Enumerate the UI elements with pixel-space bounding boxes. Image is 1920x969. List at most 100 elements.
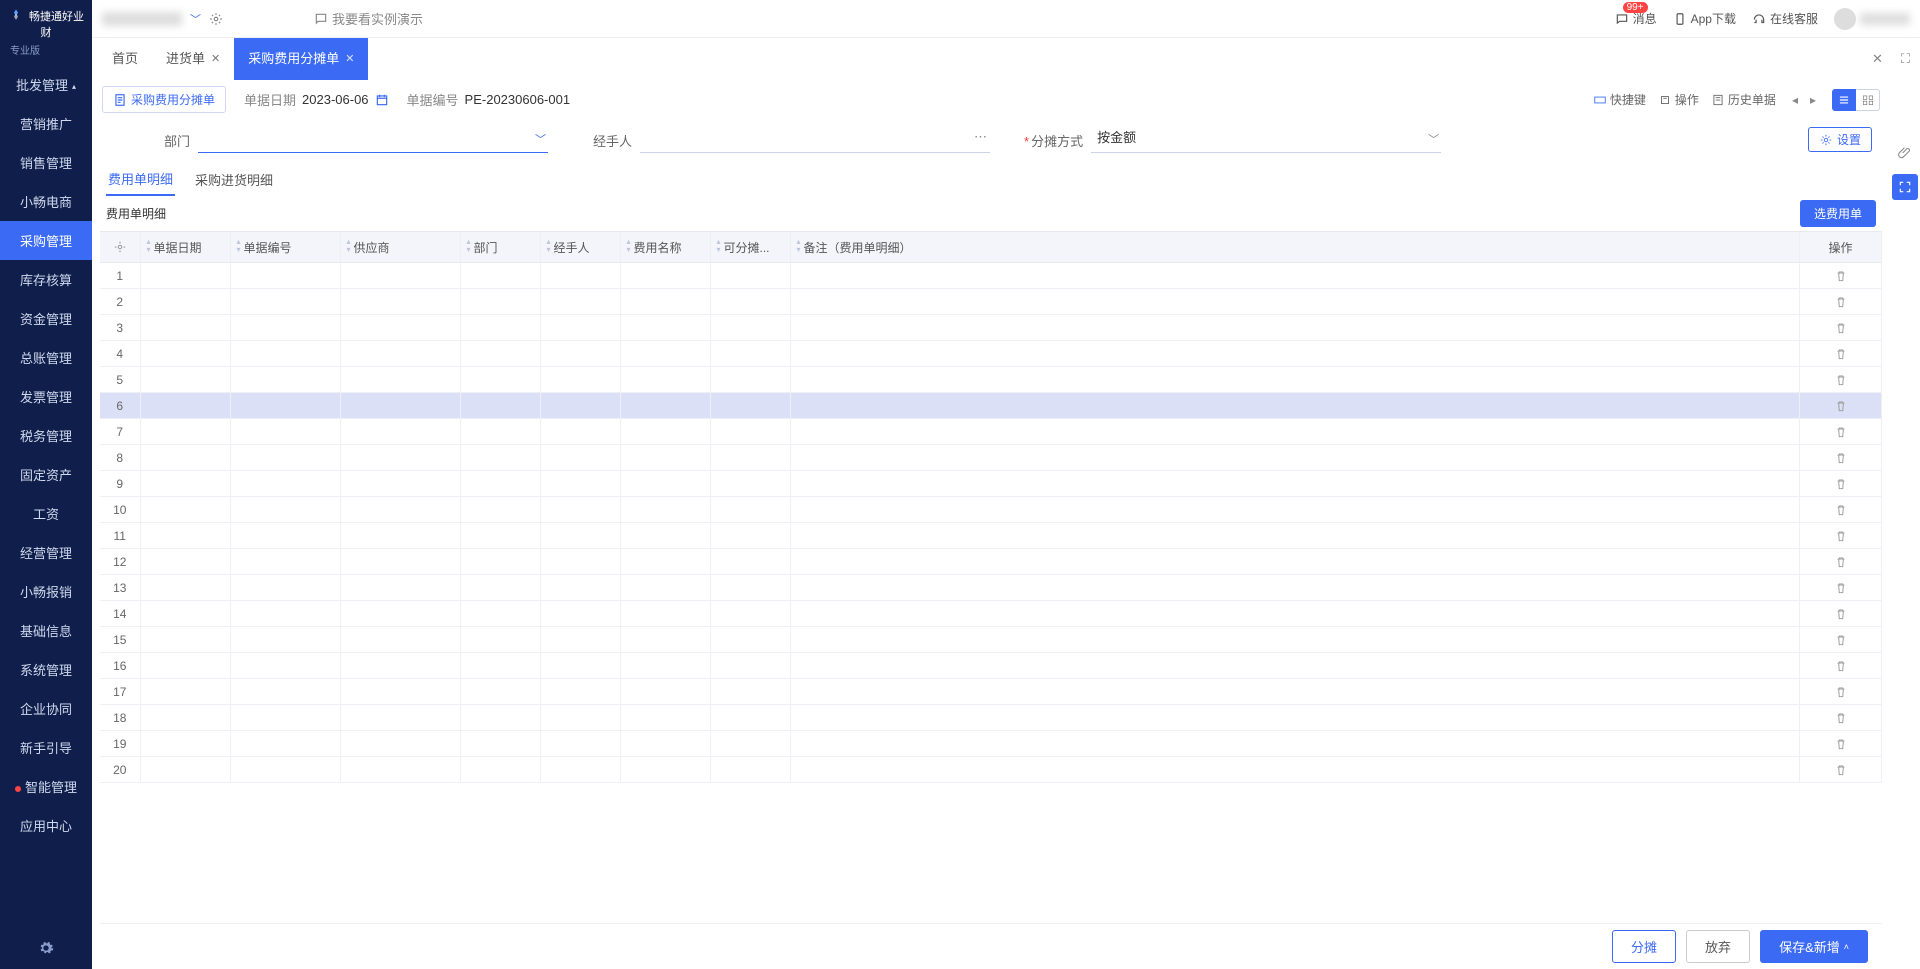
delete-row-button[interactable]	[1834, 580, 1848, 594]
attachment-button[interactable]	[1892, 140, 1918, 166]
table-row[interactable]: 19	[100, 731, 1882, 757]
discard-button[interactable]: 放弃	[1686, 930, 1750, 963]
cell[interactable]	[790, 315, 1800, 341]
table-row[interactable]: 6	[100, 393, 1882, 419]
cell[interactable]	[340, 419, 460, 445]
cell[interactable]	[790, 679, 1800, 705]
cell[interactable]	[340, 393, 460, 419]
cell[interactable]	[790, 497, 1800, 523]
cell[interactable]	[540, 601, 620, 627]
cell[interactable]	[620, 471, 710, 497]
cell[interactable]	[230, 627, 340, 653]
cell[interactable]	[710, 393, 790, 419]
cell[interactable]	[710, 315, 790, 341]
col-header-3[interactable]: ▴▾部门	[460, 232, 540, 263]
cell[interactable]	[540, 471, 620, 497]
cell[interactable]	[140, 757, 230, 783]
cell[interactable]	[540, 731, 620, 757]
table-row[interactable]: 8	[100, 445, 1882, 471]
cell[interactable]	[620, 419, 710, 445]
distribute-button[interactable]: 分摊	[1612, 930, 1676, 963]
cell[interactable]	[790, 731, 1800, 757]
cell[interactable]	[140, 653, 230, 679]
sidebar-item-18[interactable]: 智能管理	[0, 767, 92, 806]
cell[interactable]	[230, 471, 340, 497]
online-service-button[interactable]: 在线客服	[1752, 10, 1818, 27]
sidebar-item-8[interactable]: 发票管理	[0, 377, 92, 416]
cell[interactable]	[620, 523, 710, 549]
cell[interactable]	[230, 679, 340, 705]
cell[interactable]	[340, 341, 460, 367]
cell[interactable]	[790, 627, 1800, 653]
cell[interactable]	[790, 549, 1800, 575]
delete-row-button[interactable]	[1834, 502, 1848, 516]
cell[interactable]	[710, 731, 790, 757]
table-row[interactable]: 12	[100, 549, 1882, 575]
cell[interactable]	[230, 757, 340, 783]
cell[interactable]	[710, 341, 790, 367]
subtab-1[interactable]: 采购进货明细	[193, 164, 275, 195]
cell[interactable]	[790, 419, 1800, 445]
cell[interactable]	[230, 341, 340, 367]
cell[interactable]	[140, 601, 230, 627]
cell[interactable]	[620, 679, 710, 705]
org-selector[interactable]: ﹀	[102, 11, 302, 27]
cell[interactable]	[540, 627, 620, 653]
table-row[interactable]: 2	[100, 289, 1882, 315]
cell[interactable]	[710, 705, 790, 731]
org-gear-icon[interactable]	[209, 12, 223, 26]
table-row[interactable]: 3	[100, 315, 1882, 341]
cell[interactable]	[710, 289, 790, 315]
cell[interactable]	[540, 549, 620, 575]
cell[interactable]	[710, 445, 790, 471]
cell[interactable]	[790, 289, 1800, 315]
expand-button[interactable]	[1892, 174, 1918, 200]
delete-row-button[interactable]	[1834, 554, 1848, 568]
col-header-5[interactable]: ▴▾费用名称	[620, 232, 710, 263]
user-menu[interactable]	[1834, 8, 1910, 30]
cell[interactable]	[710, 419, 790, 445]
calendar-icon[interactable]	[375, 92, 389, 108]
delete-row-button[interactable]	[1834, 632, 1848, 646]
cell[interactable]	[140, 315, 230, 341]
table-row[interactable]: 10	[100, 497, 1882, 523]
col-header-1[interactable]: ▴▾单据编号	[230, 232, 340, 263]
cell[interactable]	[140, 731, 230, 757]
cell[interactable]	[340, 263, 460, 289]
table-settings-header[interactable]	[100, 232, 140, 263]
table-row[interactable]: 4	[100, 341, 1882, 367]
cell[interactable]	[710, 601, 790, 627]
close-all-tabs[interactable]: ✕	[1868, 47, 1887, 71]
dept-input[interactable]: ﹀	[198, 127, 548, 153]
cell[interactable]	[710, 497, 790, 523]
cell[interactable]	[540, 497, 620, 523]
col-header-0[interactable]: ▴▾单据日期	[140, 232, 230, 263]
method-input[interactable]: 按金额 ﹀	[1091, 127, 1441, 153]
delete-row-button[interactable]	[1834, 424, 1848, 438]
cell[interactable]	[230, 549, 340, 575]
cell[interactable]	[140, 393, 230, 419]
cell[interactable]	[340, 549, 460, 575]
col-header-6[interactable]: ▴▾可分摊...	[710, 232, 790, 263]
tab-2[interactable]: 采购费用分摊单✕	[234, 38, 368, 80]
cell[interactable]	[540, 263, 620, 289]
cell[interactable]	[460, 601, 540, 627]
cell[interactable]	[790, 445, 1800, 471]
cell[interactable]	[540, 367, 620, 393]
cell[interactable]	[540, 705, 620, 731]
table-row[interactable]: 1	[100, 263, 1882, 289]
sidebar-item-4[interactable]: 采购管理	[0, 221, 92, 260]
cell[interactable]	[540, 679, 620, 705]
table-row[interactable]: 7	[100, 419, 1882, 445]
tab-1[interactable]: 进货单✕	[152, 38, 234, 80]
cell[interactable]	[460, 549, 540, 575]
cell[interactable]	[460, 341, 540, 367]
cell[interactable]	[140, 341, 230, 367]
delete-row-button[interactable]	[1834, 476, 1848, 490]
cell[interactable]	[710, 653, 790, 679]
cell[interactable]	[340, 627, 460, 653]
cell[interactable]	[140, 367, 230, 393]
handler-input[interactable]: ⋯	[640, 127, 990, 153]
cell[interactable]	[460, 757, 540, 783]
cell[interactable]	[620, 367, 710, 393]
